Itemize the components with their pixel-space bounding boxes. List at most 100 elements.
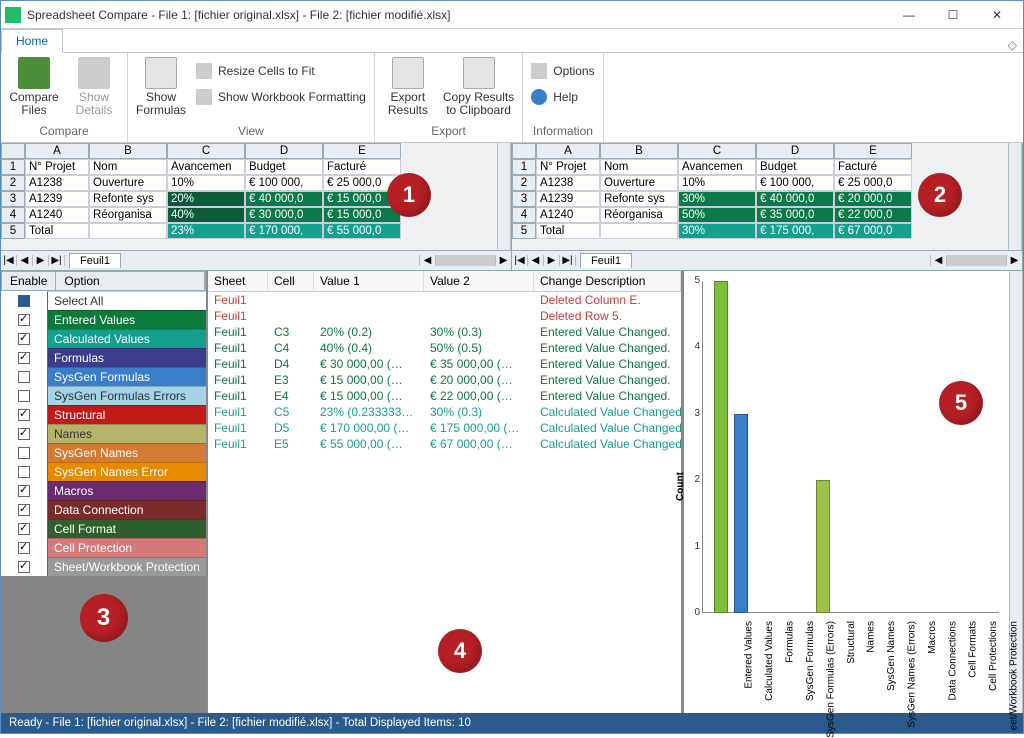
hscroll-thumb[interactable] xyxy=(435,255,495,266)
maximize-button[interactable]: ☐ xyxy=(931,1,975,29)
option-row[interactable]: Names xyxy=(1,424,206,443)
tab-home[interactable]: Home xyxy=(1,29,63,53)
diff-row[interactable]: Feuil1Deleted Column E. xyxy=(208,292,681,308)
option-row[interactable]: SysGen Formulas xyxy=(1,367,206,386)
option-row[interactable]: Entered Values xyxy=(1,310,206,329)
option-checkbox[interactable] xyxy=(1,481,47,500)
option-label: Data Connection xyxy=(47,500,206,519)
diff-row[interactable]: Feuil1C440% (0.4)50% (0.5)Entered Value … xyxy=(208,340,681,356)
option-checkbox[interactable] xyxy=(1,291,47,310)
option-row[interactable]: Data Connection xyxy=(1,500,206,519)
group-label: Export xyxy=(383,124,514,138)
option-checkbox[interactable] xyxy=(1,348,47,367)
group-label: View xyxy=(136,124,366,138)
sheet-right: ABCDE1N° ProjetNomAvancemenBudgetFacturé… xyxy=(512,143,1023,270)
titlebar: Spreadsheet Compare - File 1: [fichier o… xyxy=(1,1,1023,29)
diff-row[interactable]: Feuil1C320% (0.2)30% (0.3)Entered Value … xyxy=(208,324,681,340)
window-title: Spreadsheet Compare - File 1: [fichier o… xyxy=(27,8,887,22)
show-details-button[interactable]: Show Details xyxy=(69,57,119,124)
diff-row[interactable]: Feuil1E5€ 55 000,00 (…€ 67 000,00 (…Calc… xyxy=(208,436,681,452)
option-row[interactable]: Formulas xyxy=(1,348,206,367)
option-label: Cell Protection xyxy=(47,538,206,557)
option-checkbox[interactable] xyxy=(1,538,47,557)
option-checkbox[interactable] xyxy=(1,424,47,443)
option-label: Names xyxy=(47,424,206,443)
option-label: Entered Values xyxy=(47,310,206,329)
lower-panes: EnableOption Select AllEntered ValuesCal… xyxy=(1,271,1023,713)
compare-files-button[interactable]: Compare Files xyxy=(9,57,59,124)
minimize-button[interactable]: — xyxy=(887,1,931,29)
option-checkbox[interactable] xyxy=(1,443,47,462)
show-formatting-button[interactable]: Show Workbook Formatting xyxy=(196,87,366,107)
col-enable: Enable xyxy=(2,272,56,290)
diff-row[interactable]: Feuil1D4€ 30 000,00 (…€ 35 000,00 (…Ente… xyxy=(208,356,681,372)
hscroll-left[interactable]: ◀ xyxy=(930,255,946,266)
option-label: Macros xyxy=(47,481,206,500)
option-row[interactable]: Macros xyxy=(1,481,206,500)
hscroll-right[interactable]: ▶ xyxy=(1006,255,1022,266)
option-row[interactable]: SysGen Names xyxy=(1,443,206,462)
option-checkbox[interactable] xyxy=(1,367,47,386)
grid-left[interactable]: ABCDE1N° ProjetNomAvancemenBudgetFacturé… xyxy=(1,143,511,239)
option-checkbox[interactable] xyxy=(1,405,47,424)
options-panel: EnableOption Select AllEntered ValuesCal… xyxy=(1,271,206,713)
help-button[interactable]: Help xyxy=(531,87,594,107)
option-checkbox[interactable] xyxy=(1,310,47,329)
option-row[interactable]: Calculated Values xyxy=(1,329,206,348)
chart-panel: Count 012345Entered ValuesCalculated Val… xyxy=(683,271,1023,713)
chart-plot: Count 012345Entered ValuesCalculated Val… xyxy=(684,271,1009,713)
diff-row[interactable]: Feuil1C523% (0.233333…30% (0.3)Calculate… xyxy=(208,404,681,420)
option-row[interactable]: Cell Protection xyxy=(1,538,206,557)
show-formulas-button[interactable]: Show Formulas xyxy=(136,57,186,124)
sheet-left: ABCDE1N° ProjetNomAvancemenBudgetFacturé… xyxy=(1,143,512,270)
sheet-nav-prev[interactable]: ◀ xyxy=(528,255,544,266)
option-label: Select All xyxy=(47,291,206,310)
option-label: Structural xyxy=(47,405,206,424)
option-checkbox[interactable] xyxy=(1,386,47,405)
option-row[interactable]: Sheet/Workbook Protection xyxy=(1,557,206,576)
col-option: Option xyxy=(56,272,205,290)
sheet-nav-prev[interactable]: ◀ xyxy=(17,255,33,266)
sheet-nav-first[interactable]: |◀ xyxy=(512,255,528,266)
badge-3: 3 xyxy=(80,594,128,642)
sheet-nav-last[interactable]: ▶| xyxy=(49,255,65,266)
collapse-ribbon-icon[interactable]: ◇ xyxy=(1008,38,1017,52)
sheet-tab[interactable]: Feuil1 xyxy=(69,253,121,268)
option-checkbox[interactable] xyxy=(1,500,47,519)
diff-row[interactable]: Feuil1E3€ 15 000,00 (…€ 20 000,00 (…Ente… xyxy=(208,372,681,388)
option-checkbox[interactable] xyxy=(1,557,47,576)
badge-5: 5 xyxy=(939,381,983,425)
options-button[interactable]: Options xyxy=(531,61,594,81)
export-results-button[interactable]: Export Results xyxy=(383,57,433,124)
diff-row[interactable]: Feuil1Deleted Row 5. xyxy=(208,308,681,324)
option-row[interactable]: SysGen Names Error xyxy=(1,462,206,481)
hscroll-thumb[interactable] xyxy=(946,255,1006,266)
app-icon xyxy=(5,7,21,23)
sheet-nav-next[interactable]: ▶ xyxy=(544,255,560,266)
hscroll-right[interactable]: ▶ xyxy=(495,255,511,266)
hscroll-left[interactable]: ◀ xyxy=(419,255,435,266)
option-row[interactable]: Select All xyxy=(1,291,206,310)
option-label: SysGen Formulas Errors xyxy=(47,386,206,405)
option-checkbox[interactable] xyxy=(1,462,47,481)
ribbon-tabs: Home ◇ xyxy=(1,29,1023,53)
status-bar: Ready - File 1: [fichier original.xlsx] … xyxy=(1,713,1023,733)
option-label: Calculated Values xyxy=(47,329,206,348)
diff-row[interactable]: Feuil1D5€ 170 000,00 (…€ 175 000,00 (…Ca… xyxy=(208,420,681,436)
sheet-compare-panes: ABCDE1N° ProjetNomAvancemenBudgetFacturé… xyxy=(1,143,1023,271)
option-checkbox[interactable] xyxy=(1,519,47,538)
close-button[interactable]: ✕ xyxy=(975,1,1019,29)
copy-to-clipboard-button[interactable]: Copy Results to Clipboard xyxy=(443,57,514,124)
sheet-nav-first[interactable]: |◀ xyxy=(1,255,17,266)
option-label: SysGen Names xyxy=(47,443,206,462)
diff-row[interactable]: Feuil1E4€ 15 000,00 (…€ 22 000,00 (…Ente… xyxy=(208,388,681,404)
group-label: Compare xyxy=(9,124,119,138)
sheet-nav-last[interactable]: ▶| xyxy=(560,255,576,266)
sheet-tab[interactable]: Feuil1 xyxy=(580,253,632,268)
option-row[interactable]: Cell Format xyxy=(1,519,206,538)
resize-cells-button[interactable]: Resize Cells to Fit xyxy=(196,61,366,81)
option-checkbox[interactable] xyxy=(1,329,47,348)
option-row[interactable]: Structural xyxy=(1,405,206,424)
option-row[interactable]: SysGen Formulas Errors xyxy=(1,386,206,405)
sheet-nav-next[interactable]: ▶ xyxy=(33,255,49,266)
